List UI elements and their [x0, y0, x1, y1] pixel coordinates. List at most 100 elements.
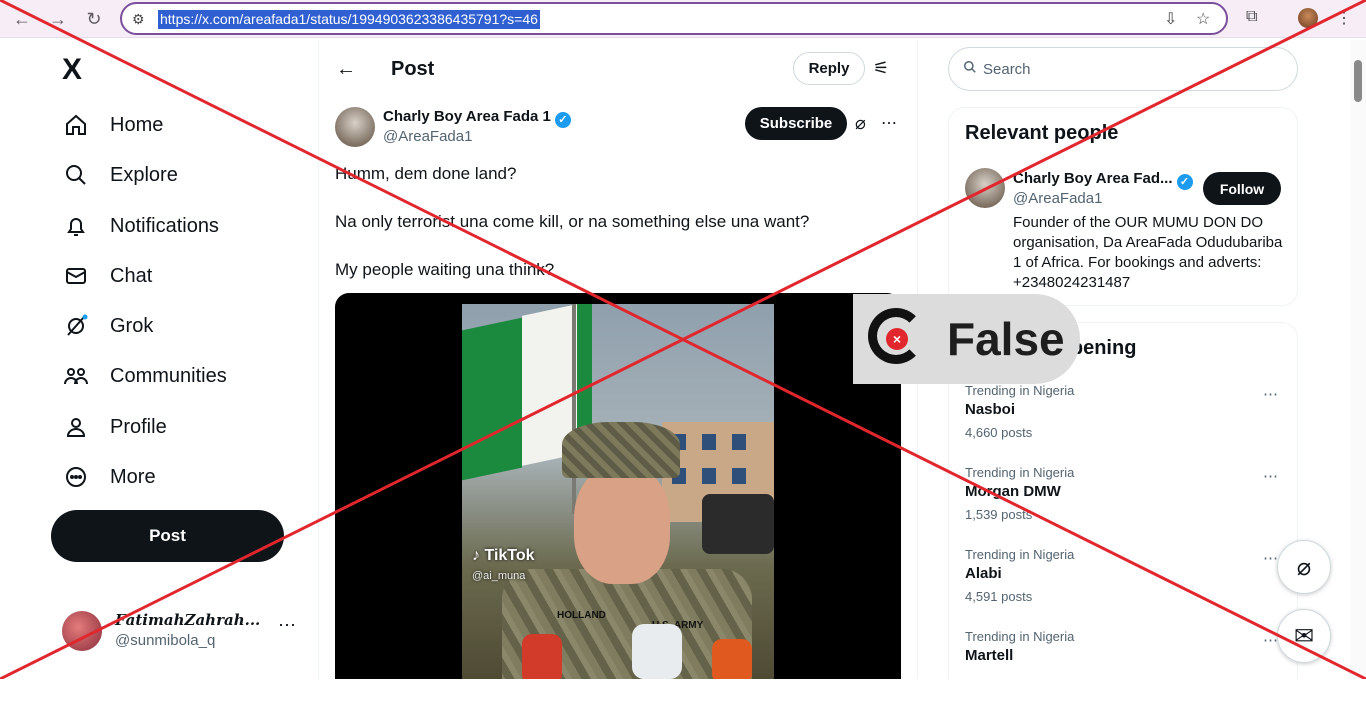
trend-item[interactable]: Trending in Nigeria Morgan DMW 1,539 pos…: [965, 465, 1295, 539]
grok-float-button[interactable]: ⌀: [1277, 540, 1331, 594]
flag-shape: [577, 304, 592, 430]
camera: [702, 494, 774, 554]
messages-float-button[interactable]: ✉: [1277, 609, 1331, 663]
person-name[interactable]: Charly Boy Area Fad... ✓: [1013, 170, 1193, 190]
microphone: [632, 624, 682, 679]
account-switcher[interactable]: 𝑭𝒂𝒕𝒊𝒎𝒂𝒉𝒁𝒂𝒉𝒓𝒂𝒉... @sunmibola_q ⋯: [62, 607, 312, 657]
back-arrow-icon[interactable]: ←: [336, 58, 356, 81]
author-name[interactable]: Charly Boy Area Fada 1 ✓: [383, 108, 571, 128]
microphone: [712, 639, 752, 679]
search-input[interactable]: Search: [948, 47, 1298, 91]
sidebar-item-grok[interactable]: Grok: [62, 306, 153, 346]
microphone: [522, 634, 562, 679]
trend-name: Martell: [965, 647, 1014, 664]
trend-item[interactable]: Trending in Nigeria Alabi 4,591 posts ⋯: [965, 547, 1295, 621]
tweet-text-line: Humm, dem done land?: [335, 164, 517, 183]
browser-toolbar: ← → ↻ ⚙ https://x.com/areafada1/status/1…: [0, 0, 1366, 38]
account-handle: @sunmibola_q: [115, 632, 216, 649]
person-handle[interactable]: @AreaFada1: [1013, 190, 1102, 207]
profile-avatar[interactable]: [1298, 8, 1318, 28]
verified-badge-icon: ✓: [554, 112, 571, 128]
sidebar-item-chat[interactable]: Chat: [62, 256, 152, 296]
sidebar-item-label: Profile: [110, 415, 167, 438]
back-arrow-icon[interactable]: ←: [12, 9, 32, 29]
sidebar-item-more[interactable]: More: [62, 457, 156, 497]
home-icon: [62, 111, 90, 139]
trend-count: 4,591 posts: [965, 589, 1033, 604]
trend-name: Nasboi: [965, 401, 1016, 418]
flag-shape: [462, 317, 522, 481]
more-dots-icon[interactable]: ⋯: [1263, 631, 1278, 649]
extensions-icon[interactable]: ⧉: [1246, 8, 1257, 26]
trend-context: Trending in Nigeria: [965, 465, 1075, 480]
sidebar-item-label: Grok: [110, 314, 154, 337]
url-text[interactable]: https://x.com/areafada1/status/199490362…: [158, 10, 540, 29]
flag-pole: [572, 304, 576, 514]
search-icon: [62, 161, 90, 189]
post-button[interactable]: Post: [51, 510, 284, 562]
x-logo[interactable]: X: [62, 53, 82, 87]
mail-icon: ✉: [1293, 622, 1315, 650]
sidebar-item-communities[interactable]: Communities: [62, 356, 227, 396]
reply-button[interactable]: Reply: [793, 52, 865, 85]
browser-menu-icon[interactable]: ⋮: [1336, 8, 1352, 28]
person-icon: [62, 413, 90, 441]
sidebar-item-label: Home: [110, 113, 164, 136]
trend-item[interactable]: Trending in Nigeria Martell ⋯: [965, 629, 1295, 703]
bell-icon: [62, 212, 90, 240]
search-icon: [963, 60, 977, 78]
more-dots-icon[interactable]: ⋯: [1263, 549, 1278, 567]
sliders-icon[interactable]: ⚟: [873, 58, 889, 79]
more-circle-icon: [62, 463, 90, 491]
follow-button[interactable]: Follow: [1203, 172, 1281, 205]
sidebar-item-label: Notifications: [110, 214, 219, 237]
more-dots-icon[interactable]: ⋯: [881, 113, 897, 133]
more-dots-icon[interactable]: ⋯: [278, 615, 296, 636]
sidebar-item-notifications[interactable]: Notifications: [62, 206, 219, 246]
more-dots-icon[interactable]: ⋯: [1263, 385, 1278, 403]
bookmark-star-icon[interactable]: ☆: [1196, 9, 1210, 29]
grok-icon: ⌀: [1296, 553, 1312, 581]
trend-item[interactable]: Trending in Nigeria Nasboi 4,660 posts ⋯: [965, 383, 1295, 457]
communities-icon: [62, 362, 90, 390]
sidebar-item-home[interactable]: Home: [62, 105, 163, 145]
sidebar-item-label: Communities: [110, 364, 227, 387]
panel-title: Relevant people: [965, 122, 1119, 144]
page-title: Post: [391, 58, 435, 80]
trend-name: Morgan DMW: [965, 483, 1061, 500]
address-bar[interactable]: ⚙ https://x.com/areafada1/status/1994903…: [120, 2, 1228, 35]
more-dots-icon[interactable]: ⋯: [1263, 467, 1278, 485]
author-handle[interactable]: @AreaFada1: [383, 128, 472, 145]
fact-check-stamp: × False: [853, 294, 1080, 384]
sidebar: X Home Explore Notifications Chat Grok C…: [0, 40, 318, 679]
relevant-people-panel: Relevant people Charly Boy Area Fad... ✓ …: [948, 107, 1298, 306]
scrollbar-thumb[interactable]: [1354, 60, 1362, 102]
reload-icon[interactable]: ↻: [84, 9, 104, 29]
account-name: 𝑭𝒂𝒕𝒊𝒎𝒂𝒉𝒁𝒂𝒉𝒓𝒂𝒉...: [115, 611, 261, 629]
sidebar-item-label: Explore: [110, 163, 178, 186]
video-frame[interactable]: HOLLAND U.S. ARMY ♪ TikTok @ai_muna: [462, 304, 774, 679]
cap: [562, 422, 680, 478]
trend-count: 1,539 posts: [965, 507, 1033, 522]
forward-arrow-icon[interactable]: →: [48, 9, 68, 29]
avatar[interactable]: [965, 168, 1005, 208]
grok-icon: [62, 312, 90, 340]
grok-icon[interactable]: ⌀: [855, 113, 866, 134]
person-bio: Founder of the OUR MUMU DON DO organisat…: [1013, 214, 1283, 291]
tiktok-handle: @ai_muna: [472, 570, 526, 582]
nametape: HOLLAND: [557, 610, 606, 621]
sidebar-item-profile[interactable]: Profile: [62, 407, 167, 447]
tweet-text-line: Na only terrorist una come kill, or na s…: [335, 212, 810, 231]
sidebar-item-explore[interactable]: Explore: [62, 155, 178, 195]
subscribe-button[interactable]: Subscribe: [745, 107, 847, 140]
scrollbar[interactable]: [1350, 40, 1366, 679]
close-x-icon: ×: [886, 328, 908, 350]
install-icon[interactable]: ⇩: [1164, 9, 1177, 29]
avatar[interactable]: [335, 107, 375, 147]
trend-context: Trending in Nigeria: [965, 629, 1075, 644]
trend-name: Alabi: [965, 565, 1002, 582]
video-player[interactable]: HOLLAND U.S. ARMY ♪ TikTok @ai_muna: [335, 293, 901, 679]
verdict-label: False: [947, 313, 1065, 365]
site-settings-icon[interactable]: ⚙: [132, 11, 145, 28]
search-placeholder: Search: [983, 61, 1031, 78]
